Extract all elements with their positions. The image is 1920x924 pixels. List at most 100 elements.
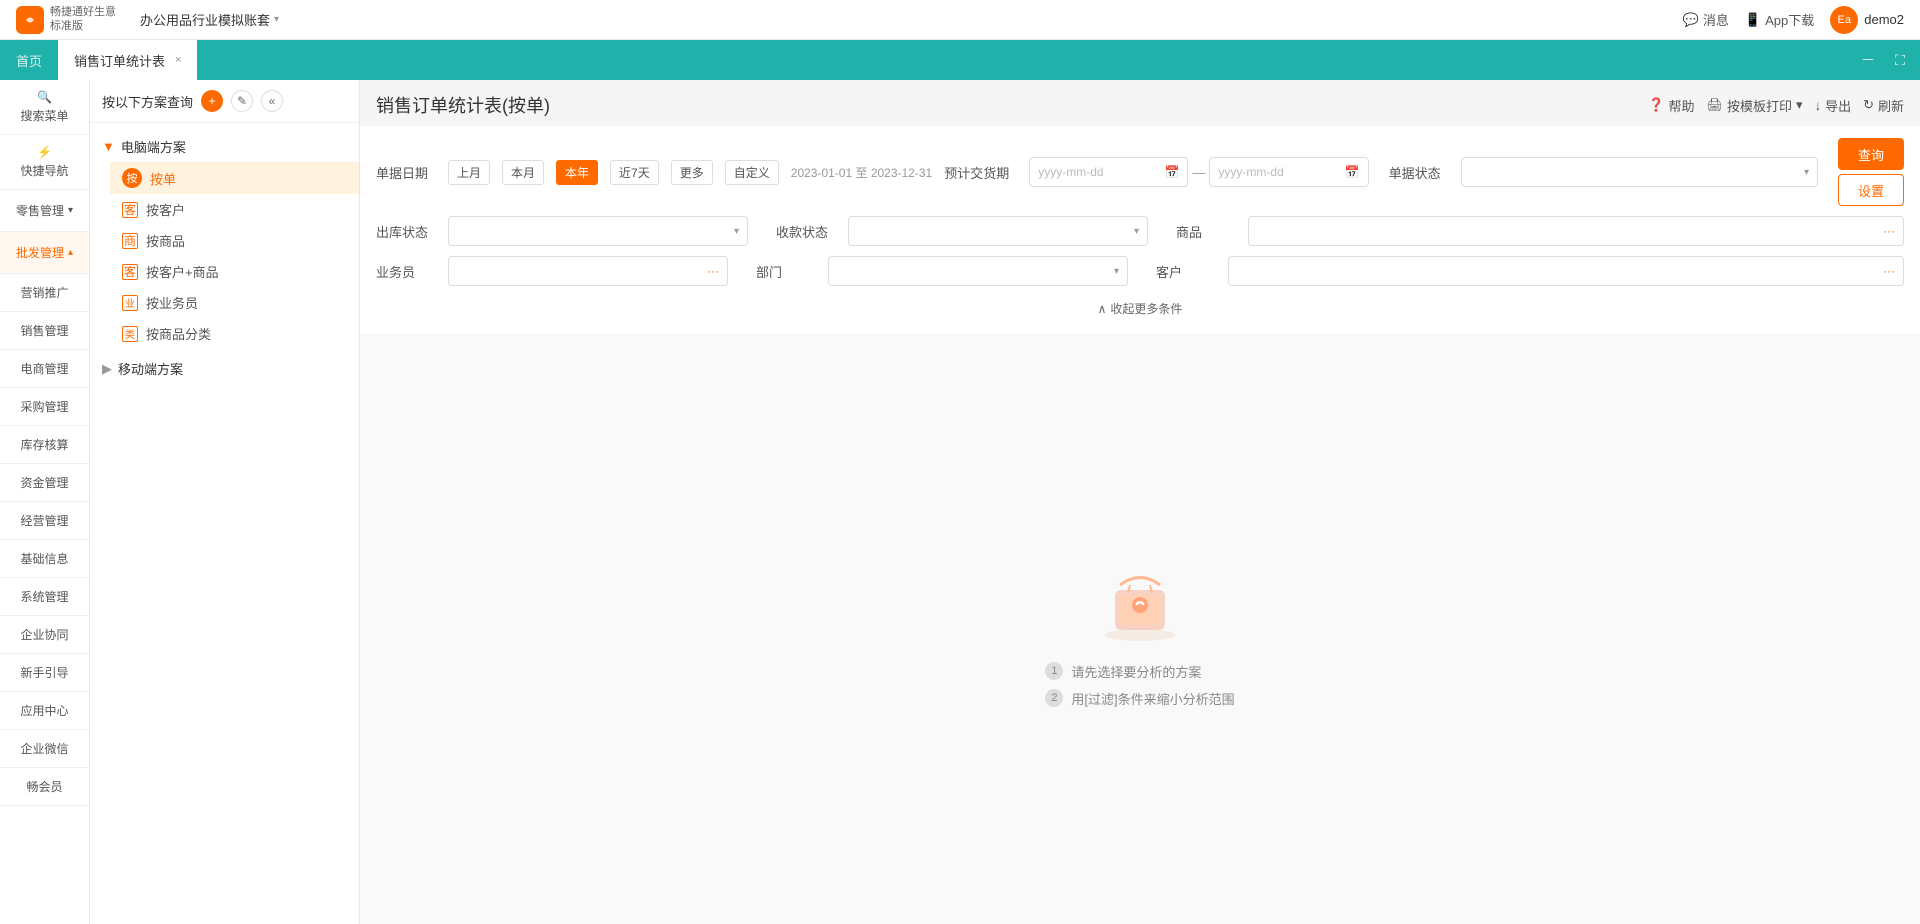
mobile-scheme-parent[interactable]: ▶ 移动端方案 — [90, 353, 359, 384]
add-scheme-btn[interactable]: + — [201, 90, 223, 112]
desktop-scheme-parent[interactable]: ▼ 电脑端方案 — [90, 131, 359, 162]
edit-scheme-btn[interactable]: ✎ — [231, 90, 253, 112]
sidebar-item-member[interactable]: 畅会员 — [0, 768, 89, 806]
refresh-icon: ↻ — [1863, 97, 1874, 113]
scheme-by-salesperson[interactable]: 业 按业务员 — [110, 287, 359, 318]
out-status-label: 出库状态 — [376, 222, 436, 241]
empty-illustration — [1090, 550, 1190, 650]
desktop-scheme-section: ▼ 电脑端方案 按 按单 客 按客户 商 — [90, 131, 359, 349]
chart-icon: 业 — [122, 295, 138, 311]
department-label: 部门 — [756, 262, 816, 281]
sidebar-item-finance[interactable]: 资金管理 — [0, 464, 89, 502]
customer-label: 客户 — [1156, 262, 1216, 281]
panel-title: 按以下方案查询 — [102, 92, 193, 111]
sidebar-item-wechat[interactable]: 企业微信 — [0, 730, 89, 768]
sidebar-item-operations[interactable]: 经营管理 — [0, 502, 89, 540]
expected-date-start[interactable]: yyyy-mm-dd 📅 — [1029, 157, 1188, 187]
sidebar-item-sales[interactable]: 销售管理 — [0, 312, 89, 350]
sidebar-item-basic-info[interactable]: 基础信息 — [0, 540, 89, 578]
page-actions: ❓ 帮助 🖨 按模板打印 ▾ ↓ 导出 ↻ 刷新 — [1648, 96, 1904, 115]
sidebar-item-collab[interactable]: 企业协同 — [0, 616, 89, 654]
set-button[interactable]: 设置 — [1838, 174, 1904, 206]
export-btn[interactable]: ↓ 导出 — [1815, 96, 1852, 115]
filter-row-2: 出库状态 ▾ 收款状态 ▾ 商品 ··· — [376, 216, 1904, 246]
date-range-display: 2023-01-01 至 2023-12-31 — [791, 164, 932, 181]
tab-sales-stats[interactable]: 销售订单统计表 × — [58, 40, 197, 80]
sidebar-item-purchase[interactable]: 采购管理 — [0, 388, 89, 426]
date-btn-custom[interactable]: 自定义 — [725, 160, 779, 185]
scheme-by-goods[interactable]: 商 按商品 — [110, 225, 359, 256]
message-icon: 💬 — [1683, 12, 1699, 28]
refresh-btn[interactable]: ↻ 刷新 — [1863, 96, 1904, 115]
page-title-bar: 销售订单统计表(按单) ❓ 帮助 🖨 按模板打印 ▾ ↓ 导出 — [360, 80, 1920, 126]
expected-date-label: 预计交货期 — [944, 163, 1009, 182]
message-btn[interactable]: 💬 消息 — [1683, 10, 1729, 29]
tab-close-icon[interactable]: × — [175, 54, 181, 66]
query-set-group: 查询 设置 — [1838, 138, 1904, 206]
out-status-select[interactable]: ▾ — [448, 216, 748, 246]
app-download-btn[interactable]: 📱 App下载 — [1745, 10, 1814, 29]
query-button[interactable]: 查询 — [1838, 138, 1904, 170]
scheme-by-category[interactable]: 类 按商品分类 — [110, 318, 359, 349]
sidebar-item-marketing[interactable]: 营销推广 — [0, 274, 89, 312]
status-label: 单据状态 — [1389, 163, 1441, 182]
sidebar-item-tutorial[interactable]: 新手引导 — [0, 654, 89, 692]
logo-icon — [16, 6, 44, 34]
empty-tip-1: 1 请先选择要分析的方案 — [1045, 662, 1234, 681]
circle-icon: 按 — [122, 168, 142, 188]
breadcrumb: 办公用品行业模拟账套 ▾ — [140, 10, 279, 29]
dept-chevron-icon: ▾ — [1114, 266, 1119, 277]
goods-label: 商品 — [1176, 222, 1236, 241]
mobile-scheme-section: ▶ 移动端方案 — [90, 353, 359, 384]
print-chevron-icon: ▾ — [1796, 97, 1803, 113]
sidebar-item-appcenter[interactable]: 应用中心 — [0, 692, 89, 730]
date-label: 单据日期 — [376, 163, 436, 182]
collapse-row: ∧ 收起更多条件 — [376, 296, 1904, 321]
status-chevron-icon: ▾ — [1804, 167, 1809, 178]
status-select[interactable]: ▾ — [1461, 157, 1818, 187]
date-btn-this-month[interactable]: 本月 — [502, 160, 544, 185]
sidebar-item-inventory[interactable]: 库存核算 — [0, 426, 89, 464]
help-icon: ❓ — [1648, 97, 1664, 113]
sidebar-item-search[interactable]: 🔍 搜索菜单 — [0, 80, 89, 135]
filter-section: 单据日期 上月 本月 本年 近7天 更多 自定义 2023-01-01 至 20… — [360, 126, 1920, 333]
chevron-down-icon: ▾ — [68, 205, 73, 216]
tab-bar-actions: － ⛶ — [1856, 48, 1920, 72]
sidebar-item-retail[interactable]: 零售管理 ▾ — [0, 190, 89, 232]
maximize-btn[interactable]: ⛶ — [1888, 48, 1912, 72]
minimize-btn[interactable]: － — [1856, 48, 1880, 72]
double-arrow-icon: « — [269, 94, 276, 108]
customer-dots: ··· — [1883, 264, 1895, 278]
scheme-by-customer-goods[interactable]: 客 按客户+商品 — [110, 256, 359, 287]
date-btn-more[interactable]: 更多 — [671, 160, 713, 185]
collapse-button[interactable]: ∧ 收起更多条件 — [1098, 300, 1183, 317]
sidebar-item-wholesale[interactable]: 批发管理 ▴ — [0, 232, 89, 274]
date-btn-last-month[interactable]: 上月 — [448, 160, 490, 185]
sidebar-item-system[interactable]: 系统管理 — [0, 578, 89, 616]
logo-text: 畅捷通好生意 标准版 — [50, 6, 116, 32]
goods-icon: 商 — [122, 233, 138, 249]
salesperson-input[interactable]: ··· — [448, 256, 728, 286]
date-btn-7days[interactable]: 近7天 — [610, 160, 659, 185]
date-separator: — — [1192, 165, 1205, 180]
payment-status-label: 收款状态 — [776, 222, 836, 241]
scheme-by-order[interactable]: 按 按单 — [110, 162, 359, 194]
header-right: 💬 消息 📱 App下载 Ea demo2 — [1683, 6, 1904, 34]
sidebar-item-quicknav[interactable]: ⚡ 快捷导航 — [0, 135, 89, 190]
template-print-btn[interactable]: 🖨 按模板打印 ▾ — [1707, 96, 1803, 115]
tab-home[interactable]: 首页 — [0, 40, 58, 80]
date-btn-this-year[interactable]: 本年 — [556, 160, 598, 185]
nav-icon: ⚡ — [37, 145, 52, 159]
customer-input[interactable]: ··· — [1228, 256, 1904, 286]
scheme-by-customer[interactable]: 客 按客户 — [110, 194, 359, 225]
expected-date-end[interactable]: yyyy-mm-dd 📅 — [1209, 157, 1368, 187]
user-menu[interactable]: Ea demo2 — [1830, 6, 1904, 34]
logo-area: 畅捷通好生意 标准版 — [16, 6, 116, 34]
department-select[interactable]: ▾ — [828, 256, 1128, 286]
payment-status-select[interactable]: ▾ — [848, 216, 1148, 246]
sidebar: 🔍 搜索菜单 ⚡ 快捷导航 零售管理 ▾ 批发管理 ▴ 营销推广 销售管理 电商… — [0, 80, 90, 924]
help-btn[interactable]: ❓ 帮助 — [1648, 96, 1694, 115]
sidebar-item-ecommerce[interactable]: 电商管理 — [0, 350, 89, 388]
goods-input[interactable]: ··· — [1248, 216, 1904, 246]
collapse-panel-btn[interactable]: « — [261, 90, 283, 112]
